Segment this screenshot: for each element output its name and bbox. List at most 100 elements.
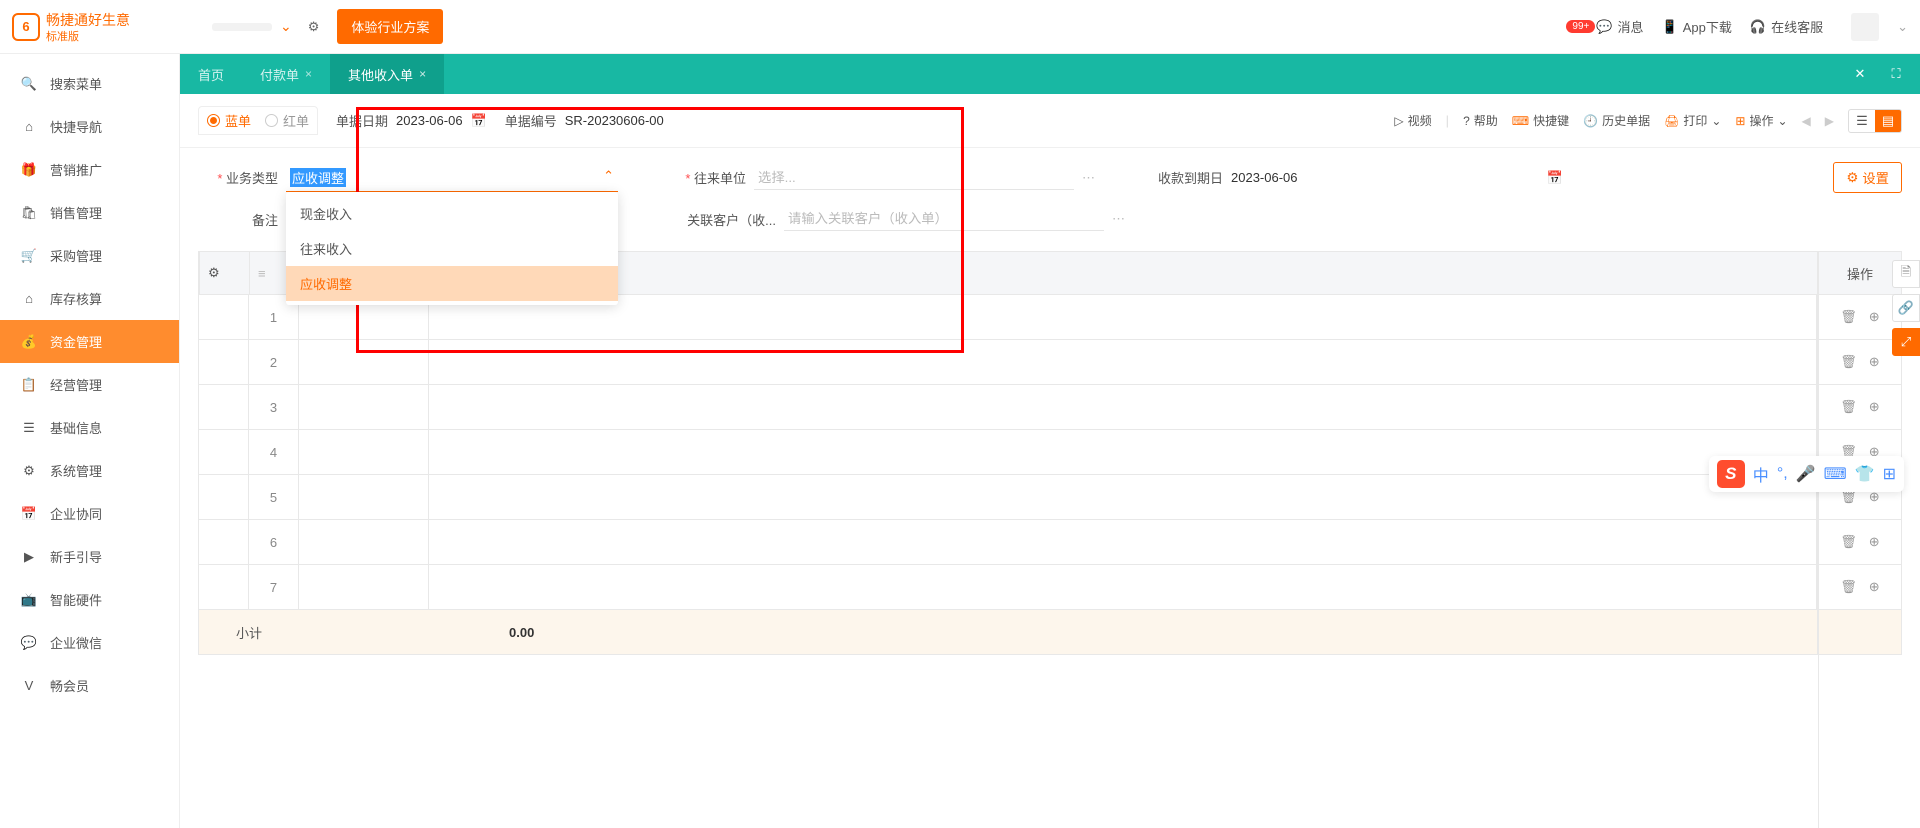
dropdown-option-adjust[interactable]: 应收调整 <box>286 266 618 301</box>
print-link[interactable]: 🖨打印⌄ <box>1664 112 1721 129</box>
due-date-value[interactable]: 2023-06-06 <box>1231 170 1298 185</box>
right-dock: 🗎 🔗 ⤢ <box>1892 260 1920 356</box>
close-icon[interactable]: × <box>305 67 312 81</box>
trial-button[interactable]: 体验行业方案 <box>337 9 443 44</box>
radio-red-slip[interactable]: 红单 <box>265 111 309 130</box>
sidebar-item-business[interactable]: 📋经营管理 <box>0 363 179 406</box>
table-row[interactable]: 6 <box>198 520 1818 565</box>
col-action-header: 操作 <box>1819 251 1902 295</box>
table-row[interactable]: 4 <box>198 430 1818 475</box>
delete-icon[interactable]: 🗑 <box>1840 579 1857 595</box>
prev-button[interactable]: ◀ <box>1802 114 1811 128</box>
video-link[interactable]: ▷视频 <box>1394 112 1431 129</box>
tab-payment[interactable]: 付款单× <box>242 54 330 94</box>
more-icon[interactable]: ⋯ <box>1112 211 1125 227</box>
sidebar-item-member[interactable]: V畅会员 <box>0 664 179 707</box>
dropdown-option-cash[interactable]: 现金收入 <box>286 196 618 231</box>
doc-date-label: 单据日期 <box>336 111 388 130</box>
tab-close-all[interactable]: ✕ <box>1846 60 1874 88</box>
org-selector[interactable]: ⌄ <box>212 18 292 35</box>
view-list-button[interactable]: ☰ <box>1849 110 1875 132</box>
copy-icon[interactable]: ⊕ <box>1869 399 1880 415</box>
doc-no-label: 单据编号 <box>505 111 557 130</box>
ime-skin-icon[interactable]: 👕 <box>1855 464 1875 484</box>
ime-lang[interactable]: 中 <box>1753 462 1769 486</box>
delete-icon[interactable]: 🗑 <box>1840 399 1857 415</box>
message-link[interactable]: 99+ 💬 消息 <box>1566 17 1643 36</box>
close-icon[interactable]: × <box>419 67 426 81</box>
table-row[interactable]: 2 <box>198 340 1818 385</box>
top-header: 6 畅捷通好生意 标准版 ⌄ ⚙ 体验行业方案 99+ 💬 消息 📱 App下载… <box>0 0 1920 54</box>
radio-blue-slip[interactable]: 蓝单 <box>207 111 251 130</box>
delete-icon[interactable]: 🗑 <box>1840 354 1857 370</box>
sidebar-item-funds[interactable]: 💰资金管理 <box>0 320 179 363</box>
config-button[interactable]: ⚙设置 <box>1833 162 1902 193</box>
ime-menu-icon[interactable]: ⊞ <box>1883 464 1896 484</box>
home-icon: ⌂ <box>20 118 38 136</box>
play-icon: ▷ <box>1394 114 1403 128</box>
dock-note-button[interactable]: 🗎 <box>1892 260 1920 288</box>
sidebar-item-basic[interactable]: ☰基础信息 <box>0 406 179 449</box>
shortcut-link[interactable]: ⌨快捷键 <box>1512 112 1569 129</box>
copy-icon[interactable]: ⊕ <box>1869 354 1880 370</box>
help-link[interactable]: ?帮助 <box>1463 112 1498 129</box>
dropdown-option-partner[interactable]: 往来收入 <box>286 231 618 266</box>
ime-punct-icon[interactable]: °, <box>1777 465 1788 483</box>
more-icon[interactable]: ⋯ <box>1082 170 1095 186</box>
gear-icon: ⚙ <box>1846 170 1858 186</box>
delete-icon[interactable]: 🗑 <box>1840 309 1857 325</box>
dock-expand-button[interactable]: ⤢ <box>1892 328 1920 356</box>
calendar-icon[interactable]: 📅 <box>471 113 487 129</box>
copy-icon[interactable]: ⊕ <box>1869 309 1880 325</box>
table-row[interactable]: 5 <box>198 475 1818 520</box>
settings-icon: ⚙ <box>20 462 38 480</box>
cart-icon: 🛒 <box>20 247 38 265</box>
actions-link[interactable]: ⊞操作⌄ <box>1735 112 1787 129</box>
message-badge: 99+ <box>1566 20 1595 33</box>
copy-icon[interactable]: ⊕ <box>1869 579 1880 595</box>
table-settings-icon[interactable]: ⚙ <box>199 252 249 294</box>
online-service-link[interactable]: 🎧 在线客服 <box>1750 17 1823 36</box>
tab-fullscreen[interactable]: ⛶ <box>1882 60 1910 88</box>
view-detail-button[interactable]: ▤ <box>1875 110 1901 132</box>
gift-icon: 🎁 <box>20 161 38 179</box>
sidebar-item-collab[interactable]: 📅企业协同 <box>0 492 179 535</box>
ime-mic-icon[interactable]: 🎤 <box>1796 464 1816 484</box>
clipboard-icon: 📋 <box>20 376 38 394</box>
sidebar-item-search[interactable]: 🔍搜索菜单 <box>0 62 179 105</box>
biz-type-select[interactable]: 应收调整 ⌃ 现金收入 往来收入 应收调整 <box>286 164 618 192</box>
table-row[interactable]: 7 <box>198 565 1818 610</box>
chat-icon: 💬 <box>1596 19 1612 35</box>
chevron-down-icon[interactable]: ⌄ <box>1897 19 1908 35</box>
sidebar-item-system[interactable]: ⚙系统管理 <box>0 449 179 492</box>
sidebar-item-hardware[interactable]: 📺智能硬件 <box>0 578 179 621</box>
doc-date-value[interactable]: 2023-06-06 <box>396 113 463 128</box>
sidebar-item-guide[interactable]: ▶新手引导 <box>0 535 179 578</box>
sidebar-item-sales[interactable]: 🛍销售管理 <box>0 191 179 234</box>
table-row[interactable]: 3 <box>198 385 1818 430</box>
sidebar-item-purchase[interactable]: 🛒采购管理 <box>0 234 179 277</box>
next-button[interactable]: ▶ <box>1825 114 1834 128</box>
partner-input[interactable] <box>754 166 1074 190</box>
calendar-icon[interactable]: 📅 <box>1547 170 1563 186</box>
dock-link-button[interactable]: 🔗 <box>1892 294 1920 322</box>
ime-keyboard-icon[interactable]: ⌨ <box>1824 464 1847 484</box>
sidebar-item-wechat[interactable]: 💬企业微信 <box>0 621 179 664</box>
avatar[interactable] <box>1851 13 1879 41</box>
copy-icon[interactable]: ⊕ <box>1869 534 1880 550</box>
sidebar-item-inventory[interactable]: ⌂库存核算 <box>0 277 179 320</box>
due-date-label: 收款到期日 <box>1143 168 1223 187</box>
history-link[interactable]: 🕘历史单据 <box>1583 112 1650 129</box>
sidebar-item-marketing[interactable]: 🎁营销推广 <box>0 148 179 191</box>
delete-icon[interactable]: 🗑 <box>1840 534 1857 550</box>
customer-input[interactable] <box>784 207 1104 231</box>
mobile-icon: 📱 <box>1662 19 1678 35</box>
app-download-link[interactable]: 📱 App下载 <box>1662 17 1732 36</box>
sidebar-item-quicknav[interactable]: ⌂快捷导航 <box>0 105 179 148</box>
ime-toolbar[interactable]: S 中 °, 🎤 ⌨ 👕 ⊞ <box>1709 456 1904 492</box>
tab-other-income[interactable]: 其他收入单× <box>330 54 444 94</box>
chevron-up-icon: ⌃ <box>603 168 614 184</box>
tab-home[interactable]: 首页 <box>180 54 242 94</box>
gear-icon[interactable]: ⚙ <box>308 19 320 35</box>
row-actions: 🗑⊕ <box>1819 520 1902 565</box>
